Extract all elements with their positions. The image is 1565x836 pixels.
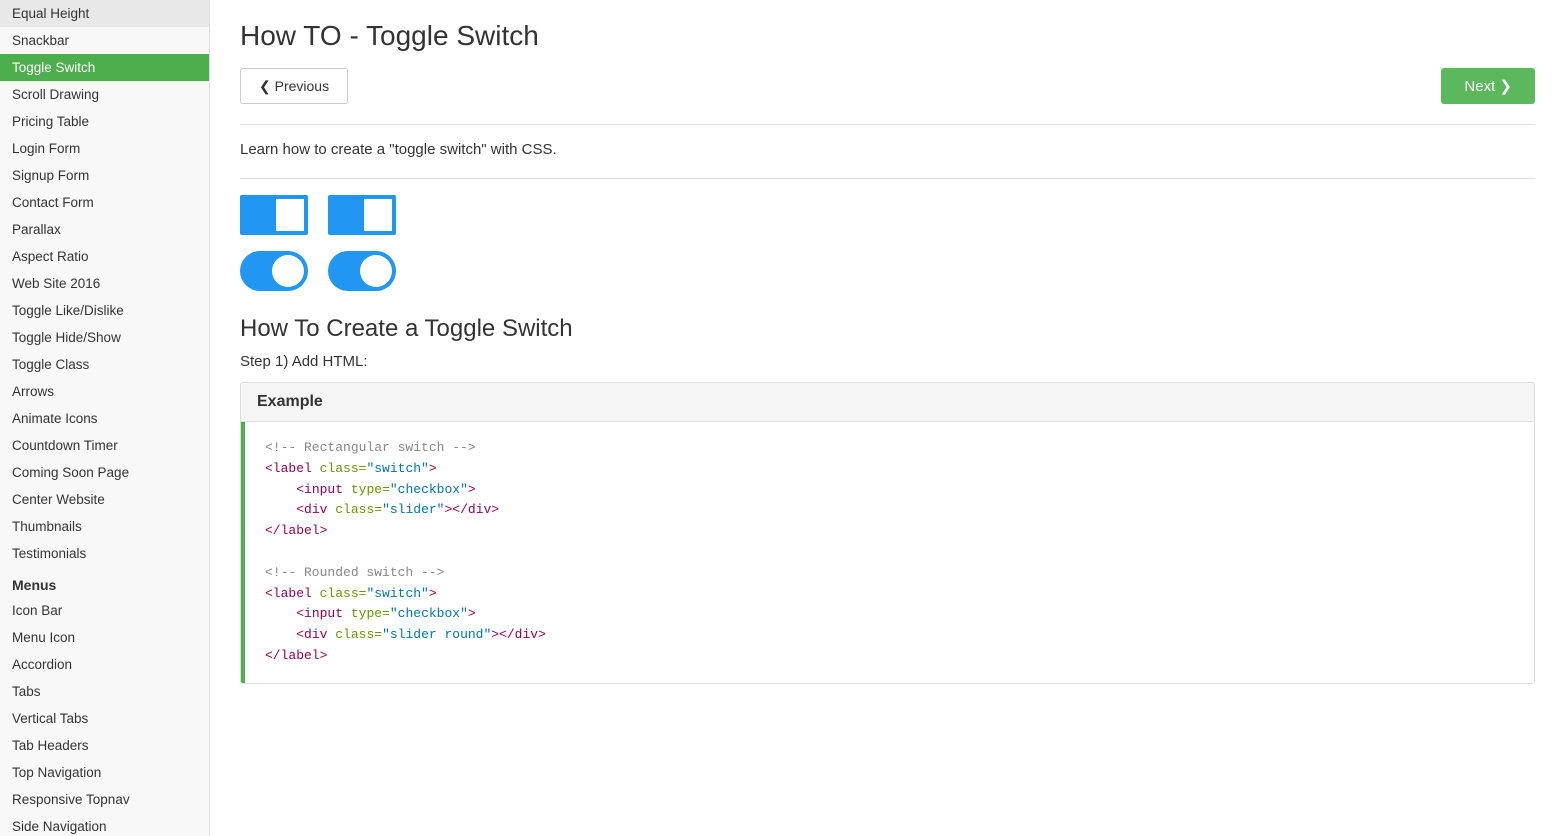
example-header: Example — [241, 383, 1534, 422]
sidebar-item-signup-form[interactable]: Signup Form — [0, 162, 209, 189]
toggle-row-round — [240, 251, 1535, 291]
sidebar-item-aspect-ratio[interactable]: Aspect Ratio — [0, 243, 209, 270]
divider-2 — [240, 178, 1535, 179]
toggle-rect-2[interactable] — [328, 195, 396, 235]
sidebar-item-coming-soon-page[interactable]: Coming Soon Page — [0, 459, 209, 486]
sidebar-item-login-form[interactable]: Login Form — [0, 135, 209, 162]
sidebar-item-tabs[interactable]: Tabs — [0, 678, 209, 705]
sidebar-item-accordion[interactable]: Accordion — [0, 651, 209, 678]
sidebar-item-toggle-switch[interactable]: Toggle Switch — [0, 54, 209, 81]
sidebar: Equal HeightSnackbarToggle SwitchScroll … — [0, 0, 210, 836]
sidebar-item-countdown-timer[interactable]: Countdown Timer — [0, 432, 209, 459]
sidebar-item-thumbnails[interactable]: Thumbnails — [0, 513, 209, 540]
sidebar-item-snackbar[interactable]: Snackbar — [0, 27, 209, 54]
sidebar-item-responsive-topnav[interactable]: Responsive Topnav — [0, 786, 209, 813]
prev-button[interactable]: ❮ Previous — [240, 68, 348, 104]
toggle-row-rect — [240, 195, 1535, 235]
sidebar-item-scroll-drawing[interactable]: Scroll Drawing — [0, 81, 209, 108]
sidebar-item-toggle-like-dislike[interactable]: Toggle Like/Dislike — [0, 297, 209, 324]
nav-buttons: ❮ Previous Next ❯ — [240, 68, 1535, 104]
sidebar-item-toggle-hide-show[interactable]: Toggle Hide/Show — [0, 324, 209, 351]
toggle-demo-area — [240, 195, 1535, 291]
sidebar-item-arrows[interactable]: Arrows — [0, 378, 209, 405]
toggle-round-2[interactable] — [328, 251, 396, 291]
code-block: <!-- Rectangular switch --> <label class… — [241, 422, 1534, 683]
sidebar-item-tab-headers[interactable]: Tab Headers — [0, 732, 209, 759]
main-content: How TO - Toggle Switch ❮ Previous Next ❯… — [210, 0, 1565, 836]
sidebar-item-pricing-table[interactable]: Pricing Table — [0, 108, 209, 135]
sidebar-item-top-navigation[interactable]: Top Navigation — [0, 759, 209, 786]
sidebar-item-testimonials[interactable]: Testimonials — [0, 540, 209, 567]
sidebar-item-toggle-class[interactable]: Toggle Class — [0, 351, 209, 378]
sidebar-item-vertical-tabs[interactable]: Vertical Tabs — [0, 705, 209, 732]
sidebar-item-center-website[interactable]: Center Website — [0, 486, 209, 513]
sidebar-item-contact-form[interactable]: Contact Form — [0, 189, 209, 216]
next-button[interactable]: Next ❯ — [1441, 68, 1535, 104]
section-title: How To Create a Toggle Switch — [240, 315, 1535, 343]
divider-1 — [240, 124, 1535, 125]
sidebar-item-menu-icon[interactable]: Menu Icon — [0, 624, 209, 651]
sidebar-item-web-site-2016[interactable]: Web Site 2016 — [0, 270, 209, 297]
toggle-round-1[interactable] — [240, 251, 308, 291]
sidebar-item-equal-height[interactable]: Equal Height — [0, 0, 209, 27]
sidebar-item-icon-bar[interactable]: Icon Bar — [0, 597, 209, 624]
menus-section-header: Menus — [0, 567, 209, 597]
toggle-rect-1[interactable] — [240, 195, 308, 235]
page-title: How TO - Toggle Switch — [240, 20, 1535, 52]
example-box: Example <!-- Rectangular switch --> <lab… — [240, 382, 1535, 684]
description-text: Learn how to create a "toggle switch" wi… — [240, 141, 1535, 158]
sidebar-item-parallax[interactable]: Parallax — [0, 216, 209, 243]
sidebar-item-animate-icons[interactable]: Animate Icons — [0, 405, 209, 432]
sidebar-item-side-navigation[interactable]: Side Navigation — [0, 813, 209, 836]
step-label: Step 1) Add HTML: — [240, 353, 1535, 370]
